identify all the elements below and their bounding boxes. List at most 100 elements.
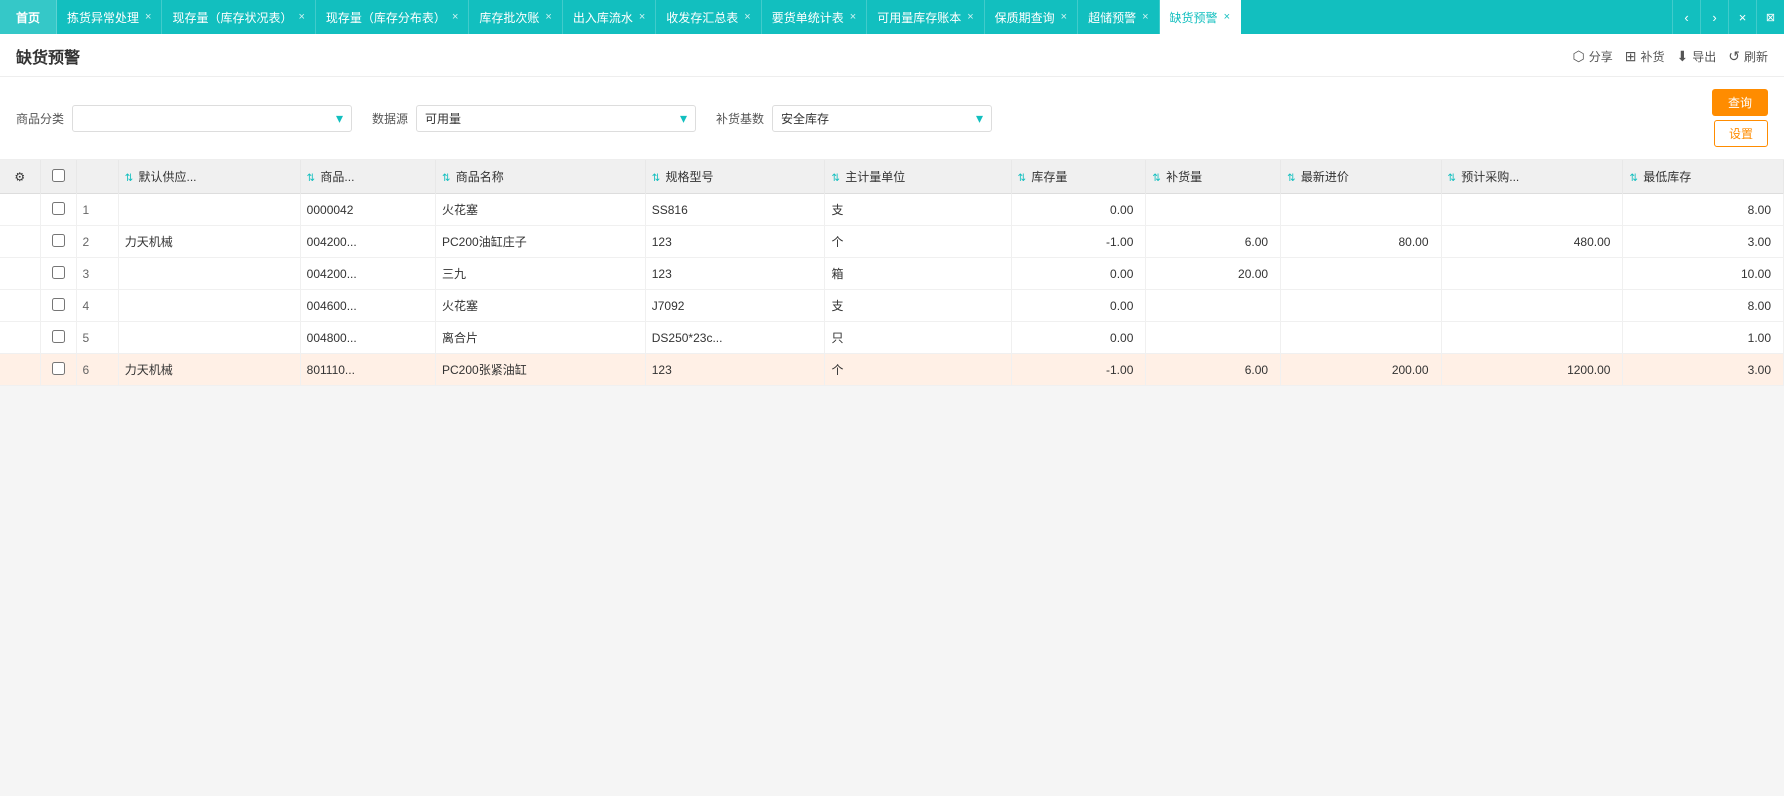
cell-replenish: 20.00 [1146, 258, 1281, 290]
cell-replenish [1146, 322, 1281, 354]
tab-close-shortage-warn[interactable]: × [1224, 11, 1230, 23]
tab-available-ledger[interactable]: 可用量库存账本 × [867, 0, 984, 34]
cell-goods-name: 火花塞 [436, 290, 646, 322]
tab-close-expiry-query[interactable]: × [1061, 11, 1067, 23]
tab-prev-button[interactable]: ‹ [1672, 0, 1700, 34]
tab-close-inout-flow[interactable]: × [639, 11, 645, 23]
cell-gear [0, 354, 40, 386]
row-checkbox[interactable] [52, 362, 65, 375]
cell-row-num: 5 [76, 322, 118, 354]
table-row: 2 力天机械 004200... PC200油缸庄子 123 个 -1.00 6… [0, 226, 1784, 258]
replenish-base-select[interactable]: 安全库存 ▾ [772, 105, 992, 132]
cell-unit: 箱 [825, 258, 1011, 290]
tab-batch-account[interactable]: 库存批次账 × [469, 0, 562, 34]
row-checkbox[interactable] [52, 202, 65, 215]
cell-est-purchase [1441, 322, 1623, 354]
category-select[interactable]: ▾ [72, 105, 352, 132]
cell-checkbox [40, 290, 76, 322]
tab-inventory-status[interactable]: 现存量（库存状况表） × [162, 0, 315, 34]
tab-close-order-stats[interactable]: × [850, 11, 856, 23]
cell-latest-price [1281, 258, 1441, 290]
tab-inventory-dist[interactable]: 现存量（库存分布表） × [316, 0, 469, 34]
category-filter-group: 商品分类 ▾ [16, 105, 352, 132]
th-unit[interactable]: ⇅ 主计量单位 [825, 160, 1011, 194]
cell-unit: 个 [825, 226, 1011, 258]
tab-exception[interactable]: 拣货异常处理 × [57, 0, 162, 34]
replenish-button[interactable]: ⊞ 补货 [1625, 48, 1665, 65]
th-goods-code[interactable]: ⇅ 商品... [300, 160, 435, 194]
sort-icon-unit: ⇅ [831, 173, 839, 184]
tab-order-stats[interactable]: 要货单统计表 × [762, 0, 867, 34]
row-checkbox[interactable] [52, 234, 65, 247]
category-value [81, 111, 84, 125]
filter-area: 商品分类 ▾ 数据源 可用量 ▾ 补货基数 安全库存 ▾ 查询 设置 [0, 77, 1784, 160]
cell-checkbox [40, 354, 76, 386]
data-table: ⚙ ⇅ 默认供应... ⇅ 商品... ⇅ [0, 160, 1784, 386]
row-checkbox[interactable] [52, 266, 65, 279]
tab-close-receive-summary[interactable]: × [744, 11, 750, 23]
th-stock[interactable]: ⇅ 库存量 [1011, 160, 1146, 194]
cell-latest-price [1281, 290, 1441, 322]
th-goods-name[interactable]: ⇅ 商品名称 [436, 160, 646, 194]
tab-close-all-button[interactable]: ⊠ [1756, 0, 1784, 34]
th-min-stock[interactable]: ⇅ 最低库存 [1623, 160, 1784, 194]
row-checkbox[interactable] [52, 330, 65, 343]
tab-close-exception[interactable]: × [145, 11, 151, 23]
table-row: 5 004800... 离合片 DS250*23c... 只 0.00 1.00 [0, 322, 1784, 354]
th-checkbox [40, 160, 76, 194]
th-replenish[interactable]: ⇅ 补货量 [1146, 160, 1281, 194]
table-container: ⚙ ⇅ 默认供应... ⇅ 商品... ⇅ [0, 160, 1784, 386]
tab-close-batch-account[interactable]: × [545, 11, 551, 23]
export-button[interactable]: ⬇ 导出 [1677, 48, 1717, 65]
refresh-button[interactable]: ↺ 刷新 [1728, 48, 1768, 65]
settings-button[interactable]: 设置 [1714, 120, 1768, 147]
tab-home[interactable]: 首页 [0, 0, 57, 34]
tab-expiry-query[interactable]: 保质期查询 × [985, 0, 1078, 34]
cell-goods-name: PC200张紧油缸 [436, 354, 646, 386]
row-checkbox[interactable] [52, 298, 65, 311]
th-latest-price[interactable]: ⇅ 最新进价 [1281, 160, 1441, 194]
main-content: 缺货预警 ⬡ 分享 ⊞ 补货 ⬇ 导出 ↺ 刷新 商品分类 [0, 34, 1784, 386]
page-header: 缺货预警 ⬡ 分享 ⊞ 补货 ⬇ 导出 ↺ 刷新 [0, 34, 1784, 77]
tab-close-overstock-warn[interactable]: × [1142, 11, 1148, 23]
table-header-row: ⚙ ⇅ 默认供应... ⇅ 商品... ⇅ [0, 160, 1784, 194]
tab-close-inventory-status[interactable]: × [298, 11, 304, 23]
cell-replenish [1146, 194, 1281, 226]
cell-spec: 123 [645, 354, 825, 386]
sort-icon-min-stock: ⇅ [1629, 173, 1637, 184]
tab-next-button[interactable]: › [1700, 0, 1728, 34]
th-est-purchase[interactable]: ⇅ 预计采购... [1441, 160, 1623, 194]
tab-close-inventory-dist[interactable]: × [452, 11, 458, 23]
cell-goods-name: PC200油缸庄子 [436, 226, 646, 258]
cell-row-num: 4 [76, 290, 118, 322]
tab-shortage-warn[interactable]: 缺货预警 × [1160, 0, 1241, 34]
datasource-select[interactable]: 可用量 ▾ [416, 105, 696, 132]
sort-icon-est-purchase: ⇅ [1448, 173, 1456, 184]
cell-latest-price: 80.00 [1281, 226, 1441, 258]
sort-icon-stock: ⇅ [1018, 173, 1026, 184]
replenish-base-label: 补货基数 [716, 110, 764, 127]
cell-stock: -1.00 [1011, 354, 1146, 386]
tab-close-current-button[interactable]: × [1728, 0, 1756, 34]
th-spec[interactable]: ⇅ 规格型号 [645, 160, 825, 194]
th-gear[interactable]: ⚙ [0, 160, 40, 194]
cell-min-stock: 3.00 [1623, 226, 1784, 258]
cell-goods-code: 801110... [300, 354, 435, 386]
share-button[interactable]: ⬡ 分享 [1573, 48, 1613, 65]
cell-checkbox [40, 322, 76, 354]
select-all-checkbox[interactable] [52, 169, 65, 182]
cell-spec: J7092 [645, 290, 825, 322]
th-supplier[interactable]: ⇅ 默认供应... [118, 160, 300, 194]
cell-goods-code: 004200... [300, 226, 435, 258]
tab-overstock-warn[interactable]: 超储预警 × [1078, 0, 1159, 34]
query-button[interactable]: 查询 [1712, 89, 1768, 116]
cell-goods-code: 004200... [300, 258, 435, 290]
cell-spec: 123 [645, 226, 825, 258]
tab-receive-summary[interactable]: 收发存汇总表 × [656, 0, 761, 34]
table-body: 1 0000042 火花塞 SS816 支 0.00 8.00 2 力天机械 0… [0, 194, 1784, 386]
filter-right-actions: 查询 设置 [1712, 89, 1768, 147]
cell-est-purchase [1441, 290, 1623, 322]
category-arrow-icon: ▾ [336, 110, 343, 127]
tab-inout-flow[interactable]: 出入库流水 × [563, 0, 656, 34]
tab-close-available-ledger[interactable]: × [967, 11, 973, 23]
